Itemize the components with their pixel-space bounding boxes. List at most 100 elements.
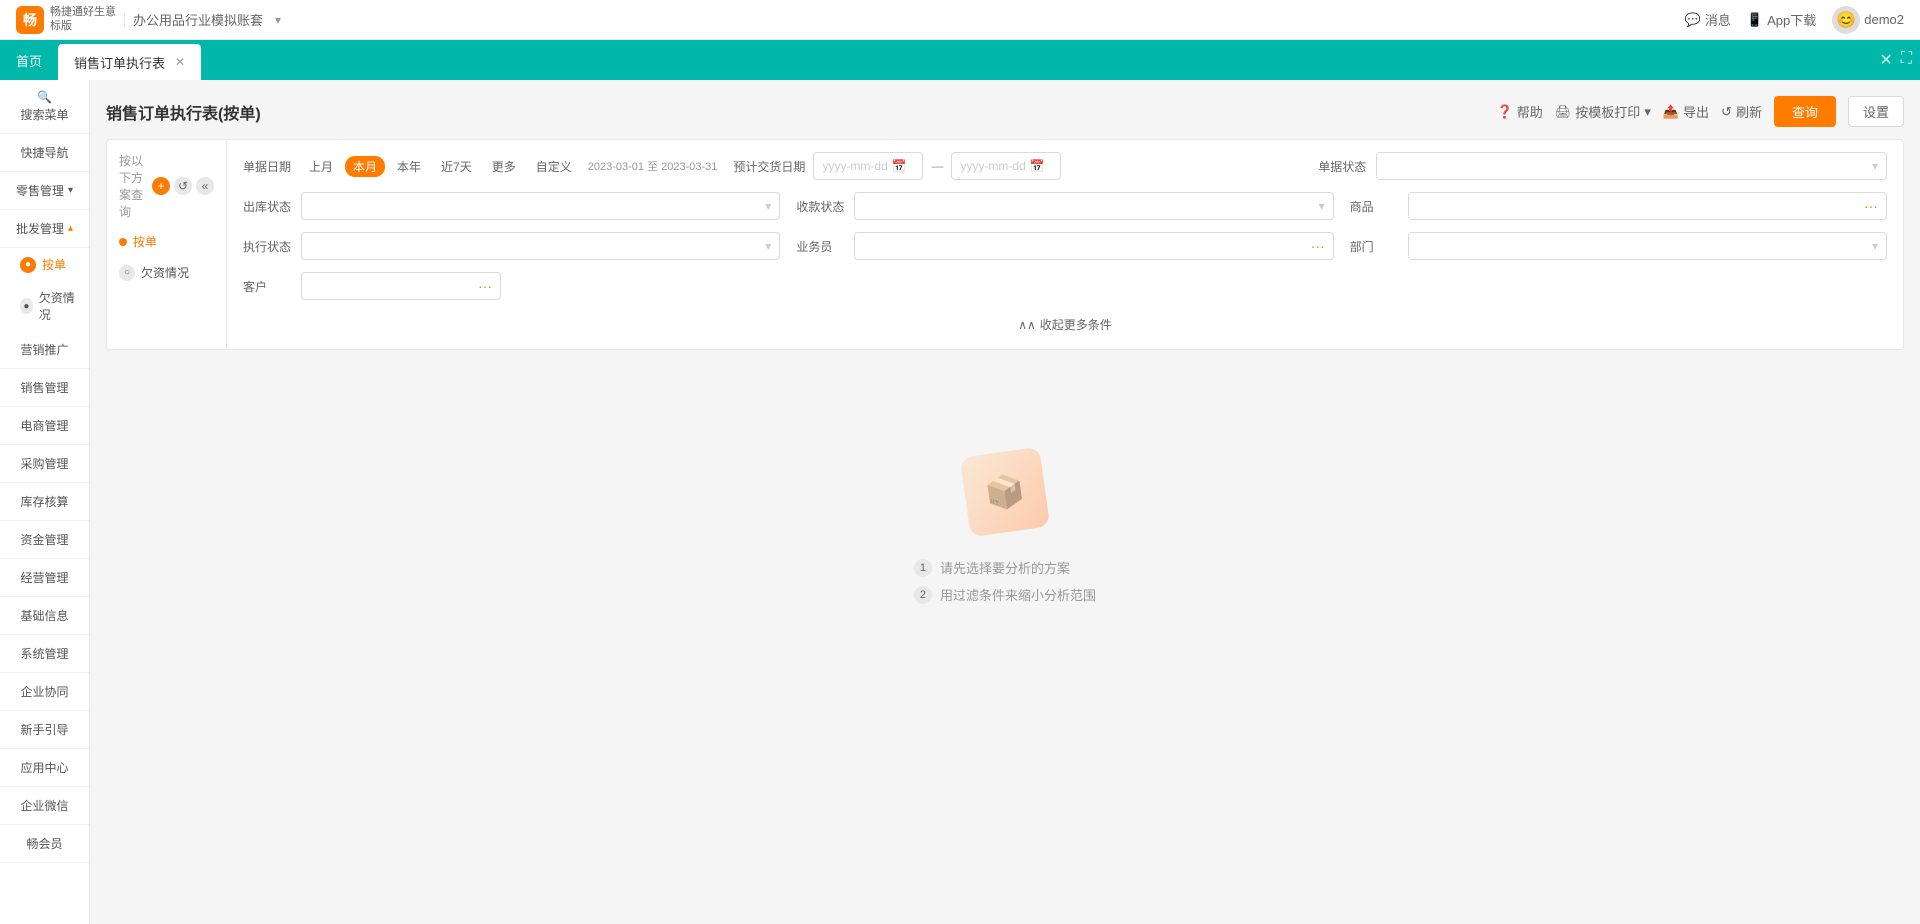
customer-input[interactable]: ··· (301, 272, 501, 300)
tab-sales-order[interactable]: 销售订单执行表 ✕ (58, 44, 201, 80)
query-button[interactable]: 查询 (1774, 96, 1836, 127)
department-label: 部门 (1350, 238, 1400, 255)
sidebar-item-newbie[interactable]: 新手引导 (0, 711, 89, 749)
field-receipt-status: 收款状态 ▾ (796, 192, 1333, 220)
main-layout: 🔍 搜索菜单 快捷导航 零售管理 ▾ 批发管理 ▴ ● 按单 ● 欠资情况 营销… (0, 80, 1920, 924)
department-dropdown-arrow-icon: ▾ (1872, 239, 1878, 253)
template-print-button[interactable]: 🖨 按模板打印 ▾ (1555, 102, 1651, 121)
salesperson-more-icon[interactable]: ··· (1311, 238, 1325, 254)
sidebar-quick-nav[interactable]: 快捷导航 (0, 134, 89, 172)
add-scheme-button[interactable]: + (152, 177, 170, 195)
execution-status-label: 执行状态 (243, 238, 293, 255)
filter-main: 单据日期 上月 本月 本年 近7天 更多 自定义 2023-03-01 至 20… (227, 140, 1903, 349)
reload-scheme-button[interactable]: ↺ (174, 177, 192, 195)
refresh-icon: ↺ (1721, 104, 1732, 120)
refresh-button[interactable]: ↺ 刷新 (1721, 102, 1762, 121)
debt-circle-icon: ● (20, 298, 33, 314)
sidebar-item-inventory[interactable]: 库存核算 (0, 483, 89, 521)
customer-more-icon[interactable]: ··· (478, 278, 492, 294)
empty-tip-1: 1 请先选择要分析的方案 (914, 558, 1096, 577)
top-bar-left: 畅 畅捷通好生意 标版 办公用品行业模拟账套 ▾ (16, 6, 281, 34)
expected-delivery-end[interactable]: yyyy-mm-dd 📅 (951, 152, 1061, 180)
settings-button[interactable]: 设置 (1848, 96, 1904, 127)
filter-row-1: 单据日期 上月 本月 本年 近7天 更多 自定义 2023-03-01 至 20… (243, 152, 1887, 180)
avatar: 😊 (1832, 6, 1860, 34)
tab-home[interactable]: 首页 (0, 40, 58, 80)
expand-tab-icon[interactable]: ⛶ (1901, 50, 1912, 70)
date-tab-this-month[interactable]: 本月 (345, 156, 385, 177)
logo-icon: 畅 (16, 6, 44, 34)
sidebar-sub-debt[interactable]: ● 欠资情况 (0, 281, 89, 331)
tip-2-number: 2 (914, 586, 932, 604)
user-action[interactable]: 😊 demo2 (1832, 6, 1904, 34)
message-action[interactable]: 💬 消息 (1685, 10, 1731, 29)
tab-close-icon[interactable]: ✕ (175, 55, 185, 69)
date-tab-last-month[interactable]: 上月 (301, 156, 341, 177)
date-tab-this-year[interactable]: 本年 (389, 156, 429, 177)
salesperson-label: 业务员 (796, 238, 846, 255)
field-expected-delivery: 预计交货日期 yyyy-mm-dd 📅 — yyyy-mm-dd 📅 (733, 152, 1302, 180)
single-date-label: 单据日期 (243, 158, 293, 175)
sidebar-item-marketing[interactable]: 营销推广 (0, 331, 89, 369)
sidebar-item-system[interactable]: 系统管理 (0, 635, 89, 673)
by-order-dot-icon (119, 238, 127, 246)
page-header: 销售订单执行表(按单) ❓ 帮助 🖨 按模板打印 ▾ 📤 导出 ↺ 刷新 (106, 96, 1904, 127)
receipt-status-dropdown[interactable]: ▾ (854, 192, 1333, 220)
collapse-filters-button[interactable]: ∧∧ 收起更多条件 (243, 312, 1887, 337)
app-download-action[interactable]: 📱 App下载 (1747, 10, 1816, 29)
filter-nav-by-order[interactable]: 按单 (107, 226, 226, 257)
app-title-dropdown[interactable]: ▾ (275, 13, 281, 27)
sidebar-item-app-center[interactable]: 应用中心 (0, 749, 89, 787)
empty-tips: 1 请先选择要分析的方案 2 用过滤条件来缩小分析范围 (914, 558, 1096, 604)
filter-row-4: 客户 ··· (243, 272, 1887, 300)
sidebar-sub-order[interactable]: ● 按单 (0, 248, 89, 281)
department-dropdown[interactable]: ▾ (1408, 232, 1887, 260)
sidebar-item-enterprise[interactable]: 企业协同 (0, 673, 89, 711)
document-status-dropdown[interactable]: ▾ (1376, 152, 1887, 180)
filter-sidebar: 按以下方案查询 + ↺ « (107, 140, 227, 349)
sidebar-item-basic[interactable]: 基础信息 (0, 597, 89, 635)
date-tab-7days[interactable]: 近7天 (433, 156, 480, 177)
dropdown-arrow-icon: ▾ (1872, 159, 1878, 173)
product-more-icon[interactable]: ··· (1864, 198, 1878, 214)
salesperson-input[interactable]: ··· (854, 232, 1333, 260)
sidebar-item-retail[interactable]: 零售管理 ▾ (0, 172, 89, 210)
message-icon: 💬 (1685, 12, 1701, 28)
print-dropdown-icon: ▾ (1644, 104, 1651, 120)
filter-row-2: 出库状态 ▾ 收款状态 ▾ (243, 192, 1887, 220)
expected-delivery-start[interactable]: yyyy-mm-dd 📅 (813, 152, 923, 180)
collapse-sidebar-button[interactable]: « (196, 177, 214, 195)
export-button[interactable]: 📤 导出 (1663, 102, 1709, 121)
receipt-status-label: 收款状态 (796, 198, 846, 215)
execution-dropdown-arrow-icon: ▾ (765, 239, 771, 253)
close-all-tabs-icon[interactable]: ✕ (1879, 50, 1892, 70)
sidebar-search[interactable]: 🔍 搜索菜单 (0, 80, 89, 134)
filter-nav-debt[interactable]: ○ 欠资情况 (107, 257, 226, 288)
help-button[interactable]: ❓ 帮助 (1497, 102, 1543, 121)
retail-arrow-icon: ▾ (68, 185, 73, 196)
empty-tip-2: 2 用过滤条件来缩小分析范围 (914, 585, 1096, 604)
sidebar-item-sales[interactable]: 销售管理 (0, 369, 89, 407)
sidebar-item-finance[interactable]: 资金管理 (0, 521, 89, 559)
product-label: 商品 (1350, 198, 1400, 215)
filter-sidebar-actions: + ↺ « (152, 177, 214, 195)
sidebar-item-ecommerce[interactable]: 电商管理 (0, 407, 89, 445)
outbound-status-dropdown[interactable]: ▾ (301, 192, 780, 220)
date-tab-custom[interactable]: 自定义 (528, 156, 580, 177)
field-salesperson: 业务员 ··· (796, 232, 1333, 260)
content-area: 销售订单执行表(按单) ❓ 帮助 🖨 按模板打印 ▾ 📤 导出 ↺ 刷新 (90, 80, 1920, 924)
sidebar-item-purchase[interactable]: 采购管理 (0, 445, 89, 483)
top-bar-right: 💬 消息 📱 App下载 😊 demo2 (1685, 6, 1904, 34)
sidebar-item-corp-wechat[interactable]: 企业微信 (0, 787, 89, 825)
sidebar-item-vip[interactable]: 畅会员 (0, 825, 89, 863)
field-single-date: 单据日期 上月 本月 本年 近7天 更多 自定义 2023-03-01 至 20… (243, 156, 717, 177)
outbound-status-label: 出库状态 (243, 198, 293, 215)
sidebar-item-wholesale[interactable]: 批发管理 ▴ (0, 210, 89, 248)
print-icon: 🖨 (1555, 104, 1572, 120)
sidebar-item-operations[interactable]: 经营管理 (0, 559, 89, 597)
execution-status-dropdown[interactable]: ▾ (301, 232, 780, 260)
date-tab-more[interactable]: 更多 (484, 156, 524, 177)
product-input[interactable]: ··· (1408, 192, 1887, 220)
receipt-dropdown-arrow-icon: ▾ (1319, 199, 1325, 213)
export-icon: 📤 (1663, 104, 1679, 120)
